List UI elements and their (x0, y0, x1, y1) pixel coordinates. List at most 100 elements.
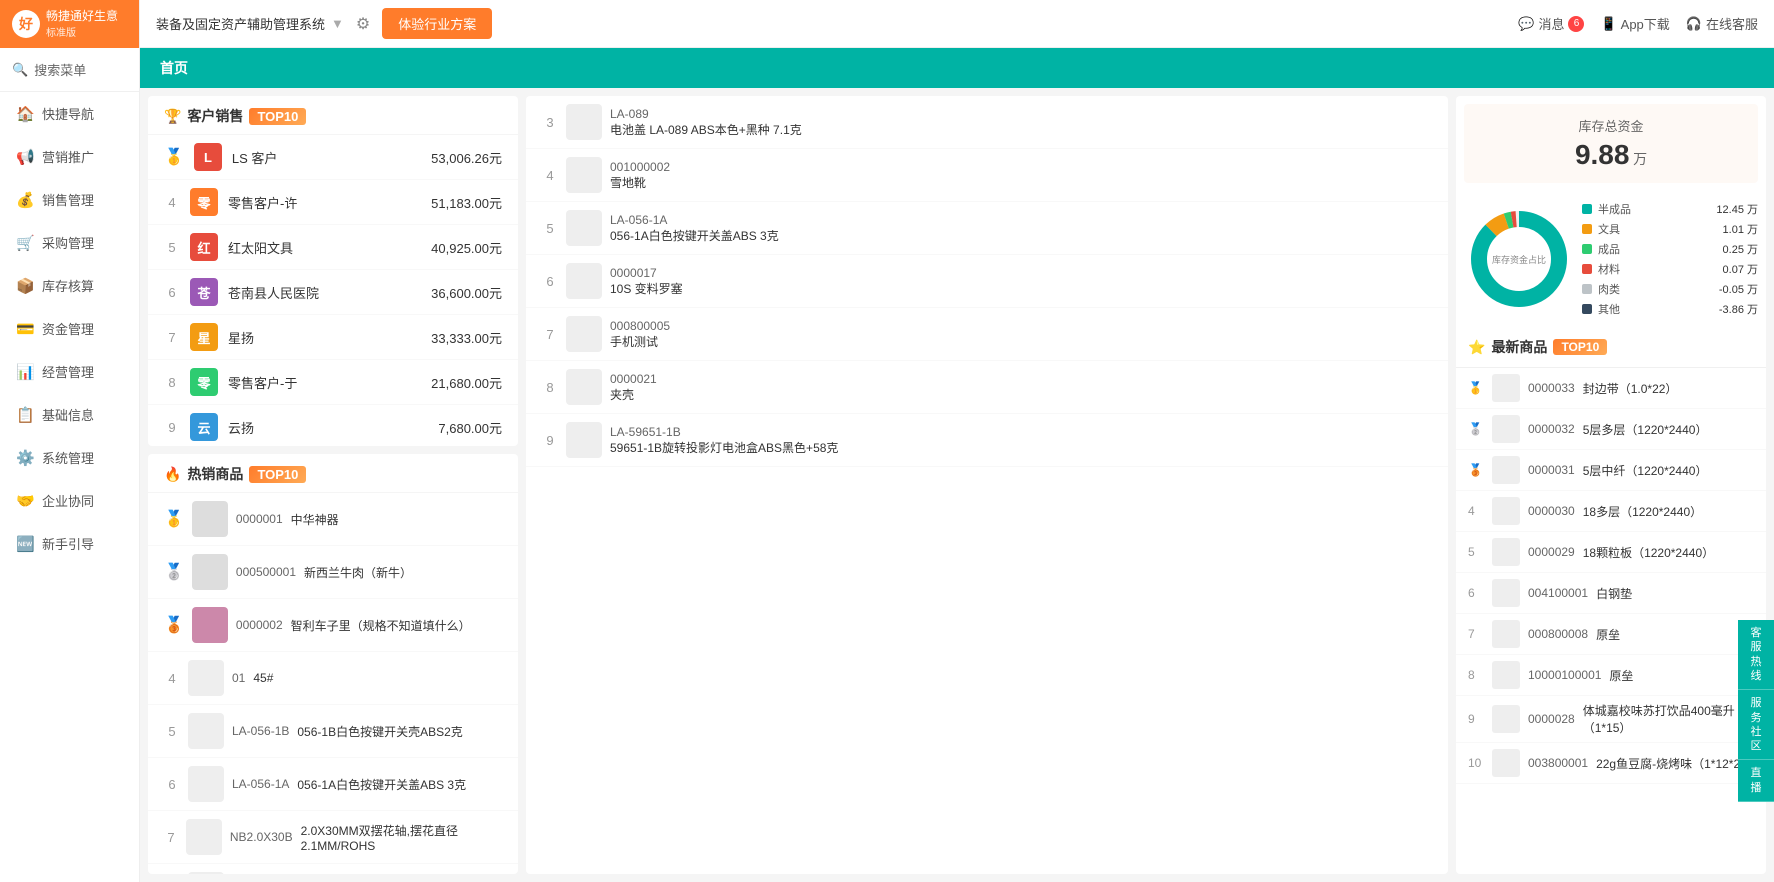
sidebar-item-basic[interactable]: 📋 基础信息 (0, 393, 139, 436)
customer-amount: 21,680.00元 (431, 373, 502, 392)
topbar-right: 💬 消息 6 📱 App下载 🎧 在线客服 (1518, 14, 1758, 33)
list-item: 3 LA-089 电池盖 LA-089 ABS本色+黑种 7.1克 (526, 96, 1448, 149)
product-name: 59651-1B旋转投影灯电池盒ABS黑色+58克 (610, 439, 1432, 456)
product-name: 2.0X30MM双摆花轴,摆花直径2.1MM/ROHS (301, 822, 502, 853)
hot-products-title: 热销商品 (187, 464, 243, 484)
customer-top10-title: 客户销售 (187, 106, 243, 126)
top10-badge: TOP10 (249, 108, 306, 125)
avatar: 零 (190, 368, 218, 396)
sidebar-item-label: 库存核算 (42, 276, 94, 295)
sidebar-item-system[interactable]: ⚙️ 系统管理 (0, 436, 139, 479)
operations-icon: 📊 (16, 363, 34, 381)
product-code: 01 (232, 671, 245, 685)
legend-label: 材料 (1598, 261, 1723, 277)
gear-icon[interactable]: ⚙ (356, 14, 370, 34)
product-code: 0000028 (1528, 712, 1575, 726)
avatar: 云 (190, 413, 218, 441)
search-icon: 🔍 (12, 62, 28, 78)
list-item: 8 10000100001 原垒 (1456, 655, 1766, 696)
list-item: 🥈 000500001 新西兰牛肉（新牛） (148, 546, 518, 599)
sidebar-item-sales[interactable]: 💰 销售管理 (0, 178, 139, 221)
message-icon: 💬 (1518, 16, 1534, 32)
right-column: 库存总资金 9.88 万 (1456, 96, 1766, 874)
rank-number: 4 (1468, 504, 1484, 518)
rank-number: 7 (542, 327, 558, 342)
sidebar-item-operations[interactable]: 📊 经营管理 (0, 350, 139, 393)
product-image (1492, 661, 1520, 689)
sidebar-item-company[interactable]: 🤝 企业协同 (0, 479, 139, 522)
product-image (188, 713, 224, 749)
rank-number: 5 (1468, 545, 1484, 559)
medal-icon: 🥉 (164, 615, 184, 635)
product-code: LA-056-1B (232, 724, 289, 738)
shortcut-icon: 🏠 (16, 105, 34, 123)
app-download-button[interactable]: 📱 App下载 (1600, 14, 1669, 33)
legend-value: 0.07 万 (1723, 261, 1758, 277)
sidebar-item-label: 采购管理 (42, 233, 94, 252)
cs-hotline-button[interactable]: 客服热线 (1738, 620, 1774, 690)
system-selector[interactable]: 装备及固定资产辅助管理系统 ▼ (156, 14, 344, 33)
trial-button[interactable]: 体验行业方案 (382, 8, 492, 39)
app-download-label: App下载 (1621, 14, 1670, 33)
avatar: 零 (190, 188, 218, 216)
product-code: 0000001 (236, 512, 283, 526)
rank-number: 4 (164, 195, 180, 210)
rank-icon: 🥈 (1468, 422, 1484, 436)
medal-icon: 🥇 (164, 509, 184, 529)
sidebar-item-label: 快捷导航 (42, 104, 94, 123)
sidebar-item-purchase[interactable]: 🛒 采购管理 (0, 221, 139, 264)
sidebar-search[interactable]: 🔍 搜索菜单 (0, 48, 139, 92)
table-row: 8 零 零售客户-于 21,680.00元 (148, 360, 518, 405)
product-code: 000500001 (236, 565, 296, 579)
product-code: LA-056-1A (232, 777, 289, 791)
sidebar-item-label: 经营管理 (42, 362, 94, 381)
list-item: 6 0000017 10S 变料罗塞 (526, 255, 1448, 308)
rank-number: 6 (542, 274, 558, 289)
new-product-list: 🥇 0000033 封边带（1.0*22） 🥈 0000032 5层多层（122… (1456, 368, 1766, 874)
product-code: 0000017 (610, 266, 1432, 280)
product-image (188, 766, 224, 802)
legend-color (1582, 204, 1592, 214)
hot-product-list: 🥇 0000001 中华神器 🥈 000500001 新西兰牛肉（新牛） 🥉 (148, 493, 518, 874)
topbar: 装备及固定资产辅助管理系统 ▼ ⚙ 体验行业方案 💬 消息 6 📱 App下载 … (140, 0, 1774, 48)
fire-icon: 🔥 (164, 466, 181, 483)
list-item: 5 LA-056-1A 056-1A白色按键开关盖ABS 3克 (526, 202, 1448, 255)
product-image (1492, 620, 1520, 648)
home-tab[interactable]: 首页 (140, 48, 208, 88)
sidebar-item-marketing[interactable]: 📢 营销推广 (0, 135, 139, 178)
system-icon: ⚙️ (16, 449, 34, 467)
sidebar-item-inventory[interactable]: 📦 库存核算 (0, 264, 139, 307)
floating-cs: 客服热线 服务社区 直播 (1738, 620, 1774, 802)
sidebar-logo: 好 畅捷通好生意 标准版 (0, 0, 139, 48)
product-name: 18颗粒板（1220*2440） (1583, 544, 1754, 561)
cs-live-button[interactable]: 直播 (1738, 760, 1774, 802)
product-name: 夹壳 (610, 386, 1432, 403)
sidebar-item-label: 营销推广 (42, 147, 94, 166)
product-image (566, 422, 602, 458)
message-button[interactable]: 💬 消息 6 (1518, 14, 1584, 33)
product-image (1492, 374, 1520, 402)
sidebar: 好 畅捷通好生意 标准版 🔍 搜索菜单 🏠 快捷导航 📢 营销推广 💰 销售管理… (0, 0, 140, 882)
inventory-unit: 万 (1633, 151, 1647, 167)
svg-text:库存资金占比: 库存资金占比 (1492, 254, 1546, 265)
list-item: 7 NB2.0X30B 2.0X30MM双摆花轴,摆花直径2.1MM/ROHS (148, 811, 518, 864)
list-item: 9 0000028 体城嘉校味苏打饮品400毫升（1*15） (1456, 696, 1766, 743)
customer-top10-header: 🏆 客户销售 TOP10 (148, 96, 518, 135)
sidebar-item-guide[interactable]: 🆕 新手引导 (0, 522, 139, 565)
product-name: 白钢垫 (1596, 585, 1754, 602)
rank-number: 10 (1468, 756, 1484, 770)
online-service-button[interactable]: 🎧 在线客服 (1686, 14, 1758, 33)
content-grid: 🏆 客户销售 TOP10 🥇 L LS 客户 53,006.26元 (140, 88, 1774, 882)
product-image (188, 872, 224, 874)
legend-item: 其他 -3.86 万 (1582, 299, 1758, 319)
product-code: LA-59651-1B (610, 425, 1432, 439)
tab-label: 首页 (160, 58, 188, 78)
rank-number: 8 (1468, 668, 1484, 682)
finance-icon: 💳 (16, 320, 34, 338)
cs-community-button[interactable]: 服务社区 (1738, 690, 1774, 760)
search-menu-button[interactable]: 🔍 搜索菜单 (12, 56, 127, 83)
sidebar-item-shortcut[interactable]: 🏠 快捷导航 (0, 92, 139, 135)
sidebar-item-finance[interactable]: 💳 资金管理 (0, 307, 139, 350)
list-item: 7 000800008 原垒 (1456, 614, 1766, 655)
product-name: 中华神器 (291, 511, 339, 528)
